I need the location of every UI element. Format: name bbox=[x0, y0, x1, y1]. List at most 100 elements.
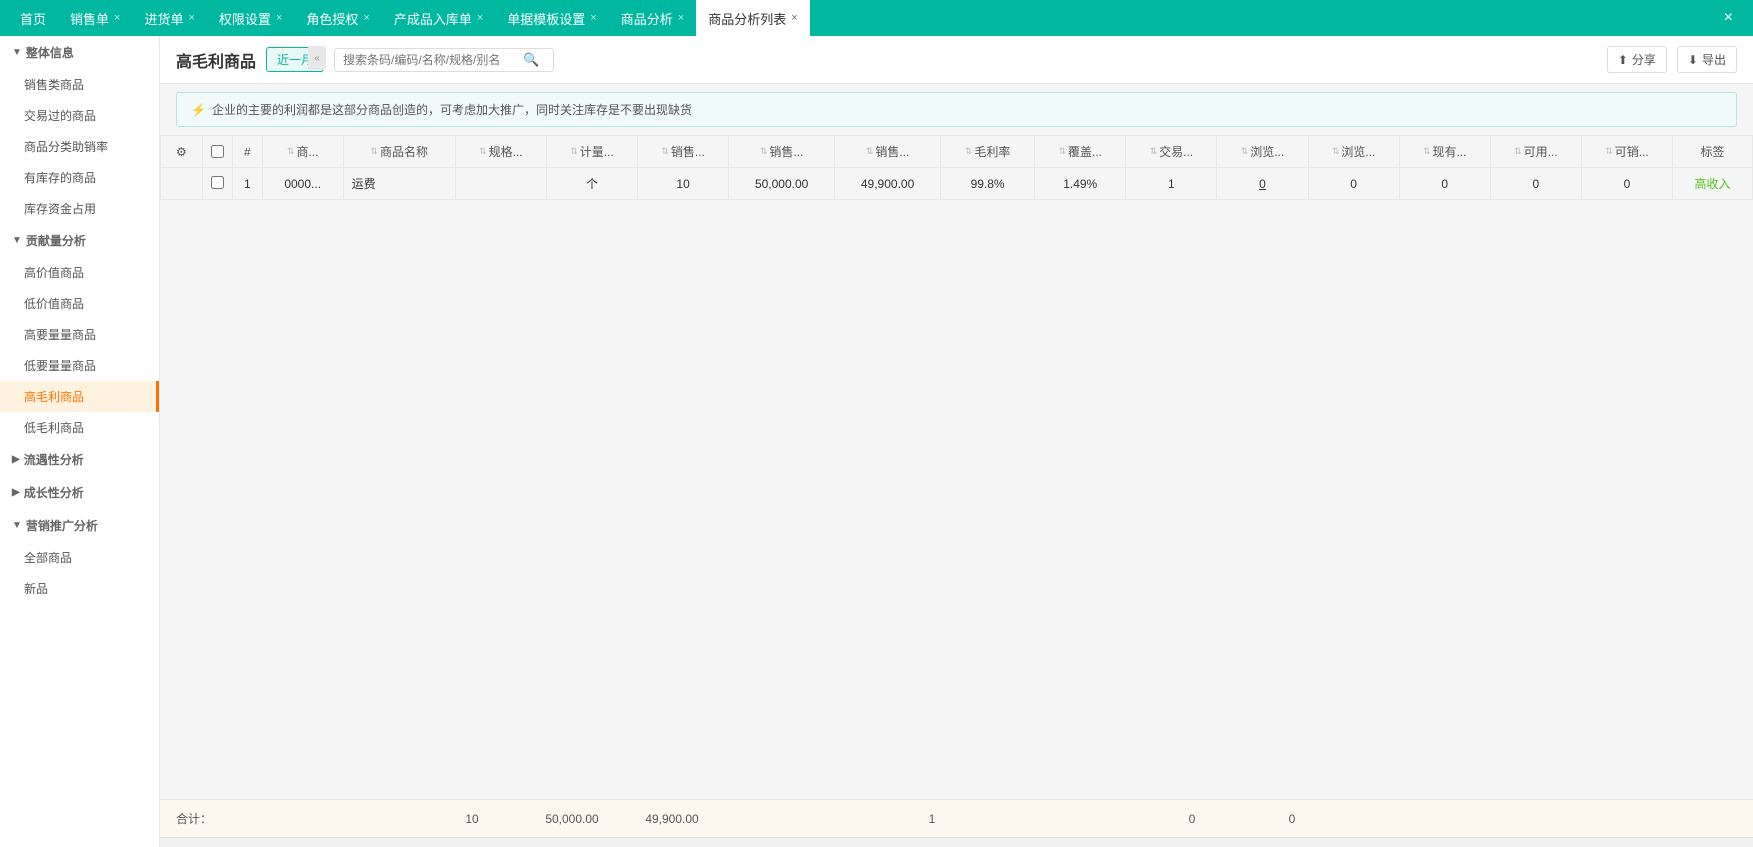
content-header: 高毛利商品 近一月 🔍 ⬆ 分享 ⬇ 导出 bbox=[160, 36, 1753, 84]
col-available[interactable]: ⇅ 可用... bbox=[1490, 136, 1581, 168]
col-checkbox[interactable] bbox=[202, 136, 232, 168]
col-gross-margin[interactable]: ⇅ 毛利率 bbox=[941, 136, 1035, 168]
row-settings bbox=[161, 168, 203, 200]
sidebar-item-inventory-fund[interactable]: 库存资金占用 bbox=[0, 193, 159, 224]
select-all-checkbox[interactable] bbox=[211, 145, 224, 158]
footer-amount: 50,000.00 bbox=[532, 812, 612, 826]
sort-saleable-icon: ⇅ bbox=[1605, 146, 1613, 157]
sort-amount-icon: ⇅ bbox=[760, 146, 768, 157]
footer-current: 0 bbox=[1152, 812, 1232, 826]
col-tag[interactable]: 标签 bbox=[1673, 136, 1753, 168]
sidebar-group-overall[interactable]: ▼ 整体信息 bbox=[0, 36, 159, 69]
arrow-right-icon: ▶ bbox=[12, 454, 20, 465]
sidebar-item-high-value[interactable]: 高价值商品 bbox=[0, 257, 159, 288]
export-button[interactable]: ⬇ 导出 bbox=[1677, 46, 1737, 73]
sidebar-item-traded-goods[interactable]: 交易过的商品 bbox=[0, 100, 159, 131]
close-permission-icon[interactable]: × bbox=[276, 12, 282, 24]
sidebar-group-liquidity[interactable]: ▶ 流遇性分析 bbox=[0, 443, 159, 476]
sort-code-icon: ⇅ bbox=[287, 146, 295, 157]
share-icon: ⬆ bbox=[1618, 53, 1628, 67]
arrow-down-icon2: ▼ bbox=[12, 235, 22, 246]
nav-permission[interactable]: 权限设置 × bbox=[207, 0, 294, 36]
close-role-icon[interactable]: × bbox=[363, 12, 369, 24]
col-spec[interactable]: ⇅ 规格... bbox=[455, 136, 546, 168]
sidebar-item-low-margin[interactable]: 低毛利商品 bbox=[0, 412, 159, 443]
row-trade: 1 bbox=[1126, 168, 1217, 200]
close-analysis-list-icon[interactable]: × bbox=[791, 12, 797, 24]
horizontal-scrollbar[interactable] bbox=[160, 837, 1753, 847]
search-box[interactable]: 🔍 bbox=[334, 48, 554, 72]
footer-cost: 49,900.00 bbox=[632, 812, 712, 826]
sort-spec-icon: ⇅ bbox=[479, 146, 487, 157]
row-checkbox[interactable] bbox=[202, 168, 232, 200]
row-code: 0000... bbox=[262, 168, 343, 200]
arrow-down-icon3: ▼ bbox=[12, 520, 22, 531]
data-table: ⚙ # ⇅ 商... bbox=[160, 135, 1753, 200]
sidebar-item-low-freq[interactable]: 低要量量商品 bbox=[0, 350, 159, 381]
close-purchase-icon[interactable]: × bbox=[188, 12, 194, 24]
col-browse2[interactable]: ⇅ 浏览... bbox=[1308, 136, 1399, 168]
close-template-icon[interactable]: × bbox=[590, 12, 596, 24]
row-current: 0 bbox=[1399, 168, 1490, 200]
col-current[interactable]: ⇅ 现有... bbox=[1399, 136, 1490, 168]
row-browse1[interactable]: 0 bbox=[1217, 168, 1308, 200]
sidebar-item-all-goods[interactable]: 全部商品 bbox=[0, 542, 159, 573]
nav-purchase[interactable]: 进货单 × bbox=[132, 0, 206, 36]
sidebar-group-growth[interactable]: ▶ 成长性分析 bbox=[0, 476, 159, 509]
main-layout: ▼ 整体信息 销售类商品 交易过的商品 商品分类助销率 有库存的商品 库存资金占… bbox=[0, 36, 1753, 847]
nav-template[interactable]: 单据模板设置 × bbox=[495, 0, 608, 36]
col-unit[interactable]: ⇅ 计量... bbox=[546, 136, 637, 168]
nav-role[interactable]: 角色授权 × bbox=[294, 0, 381, 36]
row-gross-margin: 99.8% bbox=[941, 168, 1035, 200]
sort-qty-icon: ⇅ bbox=[661, 146, 669, 157]
sidebar-item-new-goods[interactable]: 新品 bbox=[0, 573, 159, 604]
sidebar-collapse-button[interactable]: « bbox=[308, 46, 326, 70]
sidebar-item-sales-goods[interactable]: 销售类商品 bbox=[0, 69, 159, 100]
col-idx: # bbox=[232, 136, 262, 168]
col-settings[interactable]: ⚙ bbox=[161, 136, 203, 168]
col-cost[interactable]: ⇅ 销售... bbox=[835, 136, 941, 168]
arrow-down-icon: ▼ bbox=[12, 47, 22, 58]
table-footer: 合计： 10 50,000.00 49,900.00 1 0 0 bbox=[160, 799, 1753, 837]
footer-qty-val: 10 bbox=[432, 812, 512, 826]
col-saleable[interactable]: ⇅ 可销... bbox=[1581, 136, 1672, 168]
sidebar-group-marketing[interactable]: ▼ 营销推广分析 bbox=[0, 509, 159, 542]
share-button[interactable]: ⬆ 分享 bbox=[1607, 46, 1667, 73]
sidebar-item-high-freq[interactable]: 高要量量商品 bbox=[0, 319, 159, 350]
col-qty[interactable]: ⇅ 销售... bbox=[638, 136, 729, 168]
page-title: 高毛利商品 bbox=[176, 48, 256, 72]
close-produce-icon[interactable]: × bbox=[477, 12, 483, 24]
search-icon[interactable]: 🔍 bbox=[523, 52, 539, 68]
col-trade[interactable]: ⇅ 交易... bbox=[1126, 136, 1217, 168]
sidebar-item-category-rate[interactable]: 商品分类助销率 bbox=[0, 131, 159, 162]
col-code[interactable]: ⇅ 商... bbox=[262, 136, 343, 168]
col-browse1[interactable]: ⇅ 浏览... bbox=[1217, 136, 1308, 168]
close-analysis-icon[interactable]: × bbox=[678, 12, 684, 24]
top-nav: 首页 销售单 × 进货单 × 权限设置 × 角色授权 × 产成品入库单 × 单据… bbox=[0, 0, 1753, 36]
search-input[interactable] bbox=[343, 53, 523, 67]
info-banner: ⚡ 企业的主要的利润都是这部分商品创造的，可考虑加大推广，同时关注库存是不要出现… bbox=[176, 92, 1737, 127]
footer-trade: 1 bbox=[892, 812, 972, 826]
sort-available-icon: ⇅ bbox=[1514, 146, 1522, 157]
close-window-button[interactable]: × bbox=[1712, 9, 1745, 27]
sort-browse1-icon: ⇅ bbox=[1241, 146, 1249, 157]
row-tag: 高收入 bbox=[1673, 168, 1753, 200]
table-row: 1 0000... 运费 个 10 50,000.00 49,900.00 99… bbox=[161, 168, 1753, 200]
nav-analysis-list[interactable]: 商品分析列表 × bbox=[696, 0, 809, 36]
nav-sales[interactable]: 销售单 × bbox=[58, 0, 132, 36]
nav-home[interactable]: 首页 bbox=[8, 0, 58, 36]
nav-analysis[interactable]: 商品分析 × bbox=[609, 0, 696, 36]
close-sales-icon[interactable]: × bbox=[114, 12, 120, 24]
row-amount: 50,000.00 bbox=[729, 168, 835, 200]
sidebar-group-contribution[interactable]: ▼ 贡献量分析 bbox=[0, 224, 159, 257]
col-coverage[interactable]: ⇅ 覆盖... bbox=[1035, 136, 1126, 168]
row-spec bbox=[455, 168, 546, 200]
sidebar-item-inventory-goods[interactable]: 有库存的商品 bbox=[0, 162, 159, 193]
row-cost: 49,900.00 bbox=[835, 168, 941, 200]
nav-produce[interactable]: 产成品入库单 × bbox=[382, 0, 495, 36]
sort-cost-icon: ⇅ bbox=[866, 146, 874, 157]
col-amount[interactable]: ⇅ 销售... bbox=[729, 136, 835, 168]
col-name[interactable]: ⇅ 商品名称 bbox=[343, 136, 455, 168]
sidebar-item-high-margin[interactable]: 高毛利商品 bbox=[0, 381, 159, 412]
sidebar-item-low-value[interactable]: 低价值商品 bbox=[0, 288, 159, 319]
